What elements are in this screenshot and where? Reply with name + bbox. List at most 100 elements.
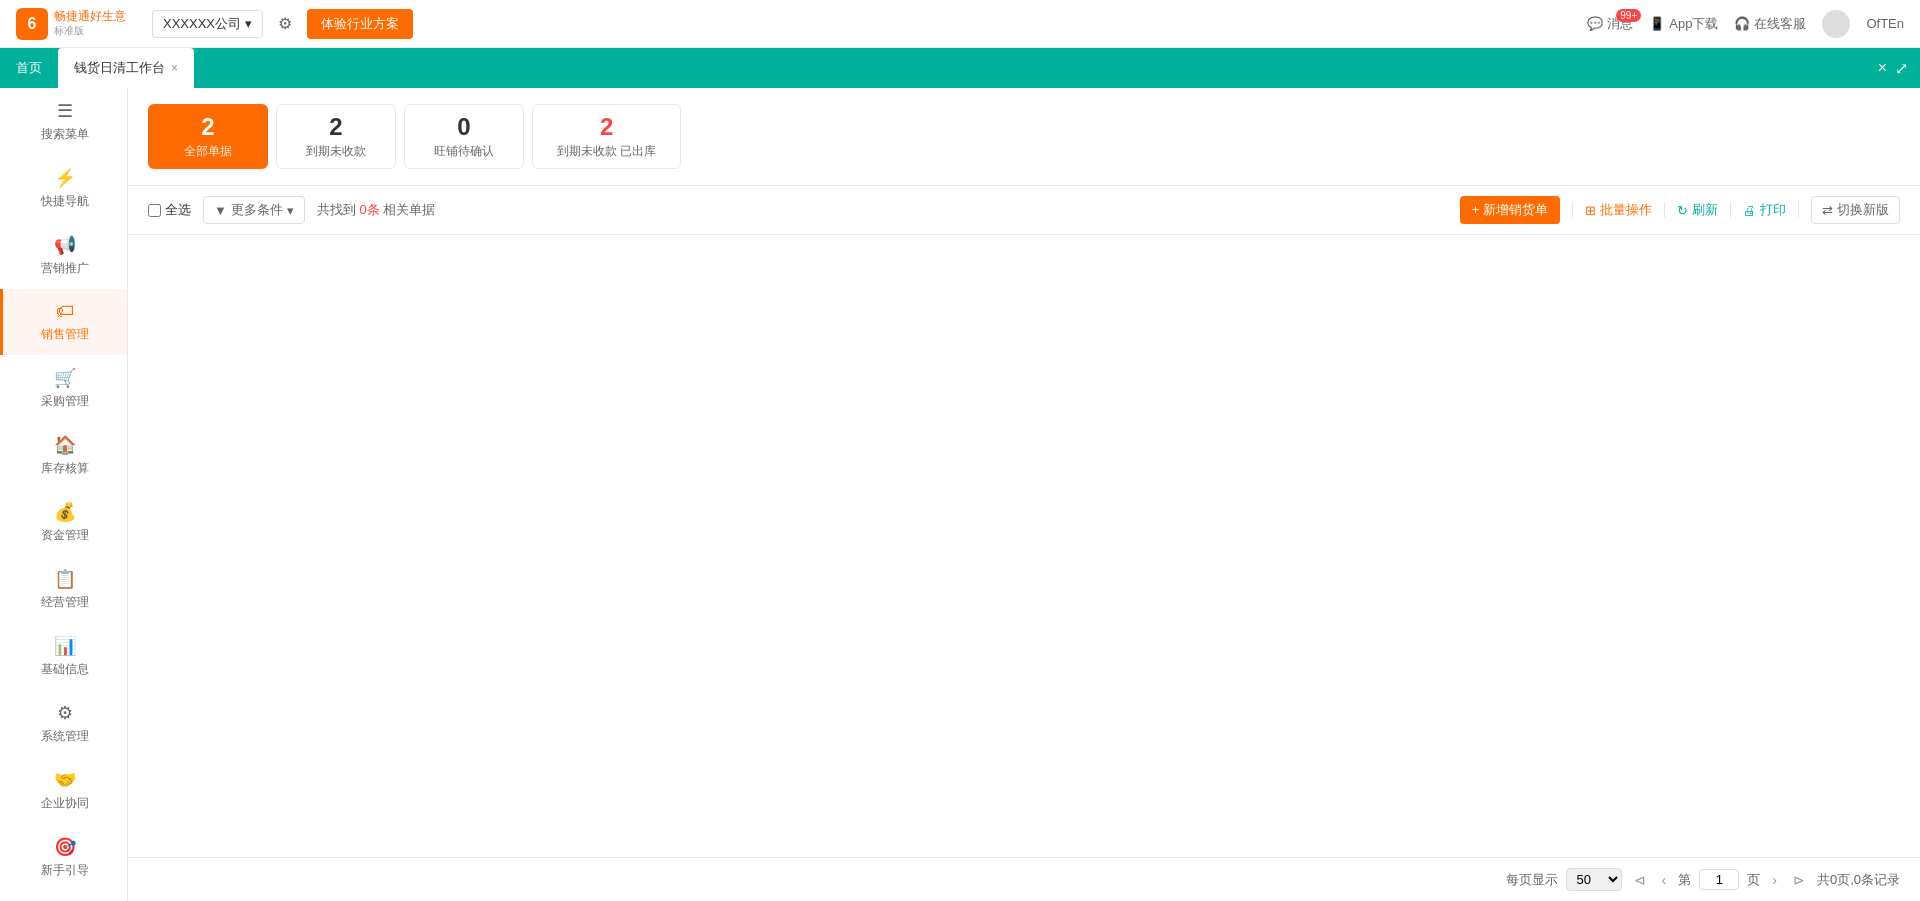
toolbar: 全选 ▼ 更多条件 ▾ 共找到 0条 相关单据 + 新增销货单 ⊞ 批 — [128, 186, 1920, 235]
sidebar-item-search-menu[interactable]: ☰ 搜索菜单 — [0, 88, 127, 155]
stat-label-shipped: 到期未收款 已出库 — [557, 143, 656, 160]
refresh-icon: ↻ — [1677, 203, 1688, 218]
toolbar-divider-2 — [1664, 202, 1665, 218]
sidebar-item-quick-nav[interactable]: ⚡ 快捷导航 — [0, 155, 127, 222]
sidebar-item-basic-info[interactable]: 📊 基础信息 — [0, 623, 127, 690]
select-all-checkbox[interactable]: 全选 — [148, 201, 191, 219]
sidebar-item-inventory[interactable]: 🏠 库存核算 — [0, 422, 127, 489]
sidebar-item-marketing[interactable]: 📢 营销推广 — [0, 222, 127, 289]
sidebar-item-enterprise[interactable]: 🤝 企业协同 — [0, 757, 127, 824]
next-page-button[interactable]: › — [1768, 870, 1781, 890]
experience-button[interactable]: 体验行业方案 — [307, 9, 413, 39]
settings-button[interactable]: ⚙ — [271, 10, 299, 38]
main-layout: ☰ 搜索菜单 ⚡ 快捷导航 📢 营销推广 🏷 销售管理 🛒 采购管理 🏠 库存核… — [0, 88, 1920, 901]
switch-version-button[interactable]: ⇄ 切换新版 — [1811, 196, 1900, 224]
search-menu-icon: ☰ — [57, 100, 73, 122]
page-label: 第 — [1678, 871, 1691, 889]
window-close-icon[interactable]: × — [1878, 59, 1887, 77]
sidebar-item-app-center[interactable]: 📦 应用中心 — [0, 891, 127, 901]
chevron-down-icon: ▾ — [245, 16, 252, 31]
service-icon: 🎧 — [1734, 16, 1750, 31]
sales-icon: 🏷 — [56, 301, 74, 322]
sidebar: ☰ 搜索菜单 ⚡ 快捷导航 📢 营销推广 🏷 销售管理 🛒 采购管理 🏠 库存核… — [0, 88, 128, 901]
print-icon: 🖨 — [1743, 203, 1756, 218]
logo-area: 6 畅捷通好生意 标准版 — [16, 8, 144, 40]
company-selector[interactable]: XXXXXX公司 ▾ — [152, 10, 263, 38]
prev-page-button[interactable]: ‹ — [1658, 870, 1671, 890]
per-page-label: 每页显示 — [1506, 871, 1558, 889]
guide-icon: 🎯 — [54, 836, 76, 858]
tab-actions: × ⤢ — [1866, 59, 1920, 78]
message-icon: 💬 — [1587, 16, 1603, 31]
enterprise-icon: 🤝 — [54, 769, 76, 791]
page-number-input[interactable]: 1 — [1699, 869, 1739, 890]
system-icon: ⚙ — [57, 702, 73, 724]
stat-card-overdue[interactable]: 2 到期未收款 — [276, 104, 396, 169]
sidebar-item-system[interactable]: ⚙ 系统管理 — [0, 690, 127, 757]
stat-number-overdue: 2 — [329, 113, 342, 141]
window-maximize-icon[interactable]: ⤢ — [1895, 59, 1908, 78]
tab-close-icon[interactable]: × — [171, 61, 178, 75]
message-button[interactable]: 💬 消息 99+ — [1587, 15, 1633, 33]
stat-number-all: 2 — [201, 113, 214, 141]
switch-icon: ⇄ — [1822, 203, 1833, 218]
finance-icon: 💰 — [54, 501, 76, 523]
page-size-select[interactable]: 50 100 200 — [1566, 868, 1622, 891]
filter-icon: ▼ — [214, 203, 227, 218]
logo-tag: 标准版 — [54, 24, 126, 38]
sidebar-item-finance[interactable]: 💰 资金管理 — [0, 489, 127, 556]
found-text: 共找到 0条 相关单据 — [317, 201, 435, 219]
sidebar-item-purchase[interactable]: 🛒 采购管理 — [0, 355, 127, 422]
header-right: 💬 消息 99+ 📱 App下载 🎧 在线客服 OfTEn — [1587, 10, 1904, 38]
stat-card-shipped[interactable]: 2 到期未收款 已出库 — [532, 104, 681, 169]
stat-label-overdue: 到期未收款 — [306, 143, 366, 160]
sidebar-item-sales[interactable]: 🏷 销售管理 — [0, 289, 127, 355]
basic-info-icon: 📊 — [54, 635, 76, 657]
purchase-icon: 🛒 — [54, 367, 76, 389]
stat-card-all[interactable]: 2 全部单据 — [148, 104, 268, 169]
select-all-input[interactable] — [148, 204, 161, 217]
chevron-down-icon: ▾ — [287, 203, 294, 218]
first-page-button[interactable]: ⊲ — [1630, 870, 1650, 890]
sidebar-item-guide[interactable]: 🎯 新手引导 — [0, 824, 127, 891]
add-sales-order-button[interactable]: + 新增销货单 — [1460, 196, 1560, 224]
pagination-bar: 每页显示 50 100 200 ⊲ ‹ 第 1 页 › ⊳ 共0页,0条记录 — [128, 857, 1920, 901]
last-page-button[interactable]: ⊳ — [1789, 870, 1809, 890]
filter-button[interactable]: ▼ 更多条件 ▾ — [203, 196, 305, 224]
logo-text: 畅捷通好生意 — [54, 9, 126, 23]
tab-active[interactable]: 钱货日清工作台 × — [58, 48, 194, 88]
toolbar-divider-1 — [1572, 202, 1573, 218]
mobile-icon: 📱 — [1649, 16, 1665, 31]
gear-icon: ⚙ — [278, 14, 292, 33]
refresh-button[interactable]: ↻ 刷新 — [1677, 201, 1718, 219]
sidebar-item-operations[interactable]: 📋 经营管理 — [0, 556, 127, 623]
username-text: OfTEn — [1866, 16, 1904, 31]
content-area: 2 全部单据 2 到期未收款 0 旺铺待确认 2 到期未收款 已出库 全选 — [128, 88, 1920, 901]
inventory-icon: 🏠 — [54, 434, 76, 456]
toolbar-divider-3 — [1730, 202, 1731, 218]
quick-nav-icon: ⚡ — [54, 167, 76, 189]
nav-tabs: 首页 钱货日清工作台 × × ⤢ — [0, 48, 1920, 88]
toolbar-right: + 新增销货单 ⊞ 批量操作 ↻ 刷新 🖨 打印 ⇄ — [1460, 196, 1900, 224]
logo-icon: 6 — [16, 8, 48, 40]
app-download-button[interactable]: 📱 App下载 — [1649, 15, 1718, 33]
operations-icon: 📋 — [54, 568, 76, 590]
table-area — [128, 235, 1920, 857]
page-suffix: 页 — [1747, 871, 1760, 889]
avatar[interactable] — [1822, 10, 1850, 38]
stat-label-pending: 旺铺待确认 — [434, 143, 494, 160]
batch-operation-button[interactable]: ⊞ 批量操作 — [1585, 201, 1652, 219]
toolbar-left: 全选 ▼ 更多条件 ▾ 共找到 0条 相关单据 — [148, 196, 435, 224]
stats-cards: 2 全部单据 2 到期未收款 0 旺铺待确认 2 到期未收款 已出库 — [128, 88, 1920, 186]
print-button[interactable]: 🖨 打印 — [1743, 201, 1786, 219]
header-left: 6 畅捷通好生意 标准版 XXXXXX公司 ▾ ⚙ 体验行业方案 — [16, 8, 413, 40]
toolbar-divider-4 — [1798, 202, 1799, 218]
marketing-icon: 📢 — [54, 234, 76, 256]
batch-icon: ⊞ — [1585, 203, 1596, 218]
top-header: 6 畅捷通好生意 标准版 XXXXXX公司 ▾ ⚙ 体验行业方案 💬 消息 99… — [0, 0, 1920, 48]
message-badge: 99+ — [1616, 9, 1641, 22]
stat-number-pending: 0 — [457, 113, 470, 141]
tab-home[interactable]: 首页 — [0, 48, 58, 88]
online-service-button[interactable]: 🎧 在线客服 — [1734, 15, 1806, 33]
stat-card-pending[interactable]: 0 旺铺待确认 — [404, 104, 524, 169]
